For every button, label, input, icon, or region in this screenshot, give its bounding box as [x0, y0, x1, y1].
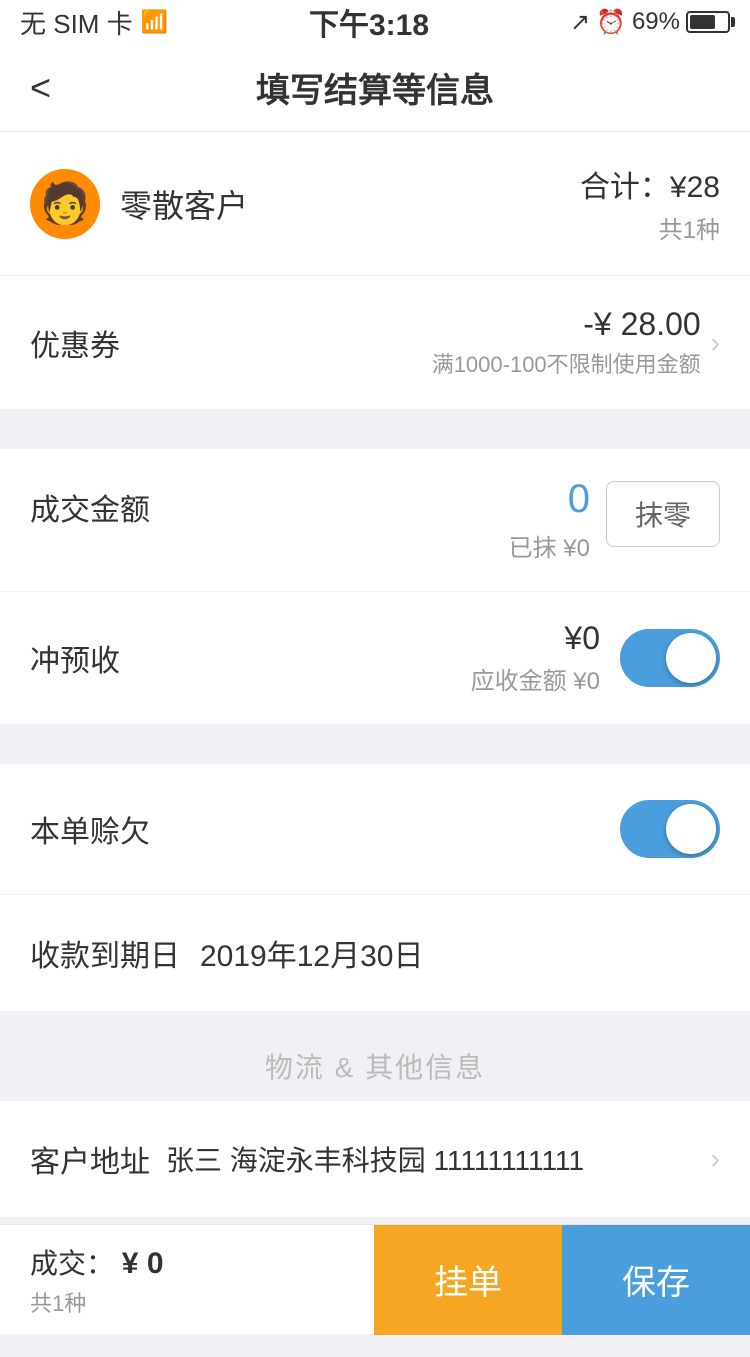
save-button[interactable]: 保存 [562, 1225, 750, 1335]
coupon-discount: -¥ 28.00 [432, 306, 701, 343]
coupon-row[interactable]: 优惠券 -¥ 28.00 满1000-100不限制使用金额 › [0, 275, 750, 409]
coupon-desc: 满1000-100不限制使用金额 [432, 347, 701, 379]
transaction-sub: 已抹 ¥0 [509, 528, 590, 563]
debt-label: 本单赊欠 [30, 807, 150, 851]
advance-value-group: ¥0 应收金额 ¥0 [471, 620, 600, 696]
avatar-icon: 🧑 [40, 180, 90, 227]
battery-percent: 69% [632, 8, 680, 36]
address-section: 客户地址 张三 海淀永丰科技园 11111111111 › [0, 1101, 750, 1217]
transaction-label: 成交金额 [30, 477, 150, 529]
coupon-right-inner: -¥ 28.00 满1000-100不限制使用金额 [432, 306, 701, 379]
customer-left: 🧑 零散客户 [30, 169, 248, 239]
advance-right: ¥0 应收金额 ¥0 [471, 620, 720, 696]
battery-icon [686, 11, 730, 33]
customer-name: 零散客户 [120, 181, 248, 227]
transaction-section: 成交金额 0 已抹 ¥0 抹零 冲预收 ¥0 应收金额 ¥0 [0, 449, 750, 724]
hang-button[interactable]: 挂单 [374, 1225, 562, 1335]
customer-row: 🧑 零散客户 合计：¥28 共1种 [0, 132, 750, 275]
back-button[interactable]: < [30, 67, 51, 109]
coupon-chevron-icon: › [711, 327, 720, 359]
divider-2 [0, 744, 750, 764]
due-date-label: 收款到期日 [30, 931, 180, 975]
advance-label: 冲预收 [30, 636, 120, 680]
location-icon: ↗ [570, 8, 590, 37]
avatar: 🧑 [30, 169, 100, 239]
debt-row: 本单赊欠 [0, 764, 750, 894]
status-left: 无 SIM 卡 📶 [20, 4, 168, 41]
toggle-knob [666, 633, 716, 683]
carrier-text: 无 SIM 卡 [20, 4, 133, 41]
due-date-value: 2019年12月30日 [200, 931, 423, 975]
advance-toggle[interactable] [620, 629, 720, 687]
bottom-deal-label: 成交： [30, 1248, 114, 1279]
wifi-icon: 📶 [141, 9, 168, 35]
bottom-bar: 成交： ¥ 0 共1种 挂单 保存 [0, 1224, 750, 1334]
bottom-info: 成交： ¥ 0 共1种 [0, 1242, 374, 1318]
debt-toggle[interactable] [620, 800, 720, 858]
customer-section: 🧑 零散客户 合计：¥28 共1种 优惠券 -¥ 28.00 满1000-100… [0, 132, 750, 409]
address-value: 张三 海淀永丰科技园 11111111111 [150, 1139, 711, 1179]
status-bar: 无 SIM 卡 📶 下午3:18 ↗ ⏰ 69% [0, 0, 750, 44]
status-time: 下午3:18 [309, 0, 429, 44]
coupon-right: -¥ 28.00 满1000-100不限制使用金额 › [432, 306, 720, 379]
bottom-count: 共1种 [30, 1286, 344, 1318]
transaction-right: 0 已抹 ¥0 抹零 [509, 477, 720, 563]
coupon-label: 优惠券 [30, 321, 120, 365]
bottom-deal-row: 成交： ¥ 0 [30, 1242, 344, 1282]
status-right: ↗ ⏰ 69% [570, 8, 730, 37]
logistics-label: 物流 & 其他信息 [265, 1046, 485, 1086]
address-label: 客户地址 [30, 1137, 150, 1181]
customer-right: 合计：¥28 共1种 [580, 162, 720, 245]
debt-section: 本单赊欠 收款到期日 2019年12月30日 [0, 764, 750, 1011]
nav-bar: < 填写结算等信息 [0, 44, 750, 132]
address-row[interactable]: 客户地址 张三 海淀永丰科技园 11111111111 › [0, 1101, 750, 1217]
customer-count: 共1种 [580, 210, 720, 245]
advance-row: 冲预收 ¥0 应收金额 ¥0 [0, 591, 750, 724]
divider-1 [0, 429, 750, 449]
customer-total: 合计：¥28 [580, 162, 720, 206]
address-chevron-icon: › [711, 1143, 720, 1175]
main-content: 🧑 零散客户 合计：¥28 共1种 优惠券 -¥ 28.00 满1000-100… [0, 132, 750, 1357]
transaction-value-group: 0 已抹 ¥0 [509, 477, 590, 563]
page-title: 填写结算等信息 [256, 63, 494, 112]
transaction-row: 成交金额 0 已抹 ¥0 抹零 [0, 449, 750, 591]
transaction-value: 0 [509, 477, 590, 522]
logistics-divider: 物流 & 其他信息 [0, 1031, 750, 1101]
advance-receivable: 应收金额 ¥0 [471, 661, 600, 696]
due-date-row: 收款到期日 2019年12月30日 [0, 894, 750, 1011]
alarm-icon: ⏰ [596, 8, 626, 37]
bottom-deal-amount: ¥ 0 [122, 1247, 164, 1280]
debt-toggle-knob [666, 804, 716, 854]
advance-amount: ¥0 [471, 620, 600, 657]
round-button[interactable]: 抹零 [606, 481, 720, 547]
